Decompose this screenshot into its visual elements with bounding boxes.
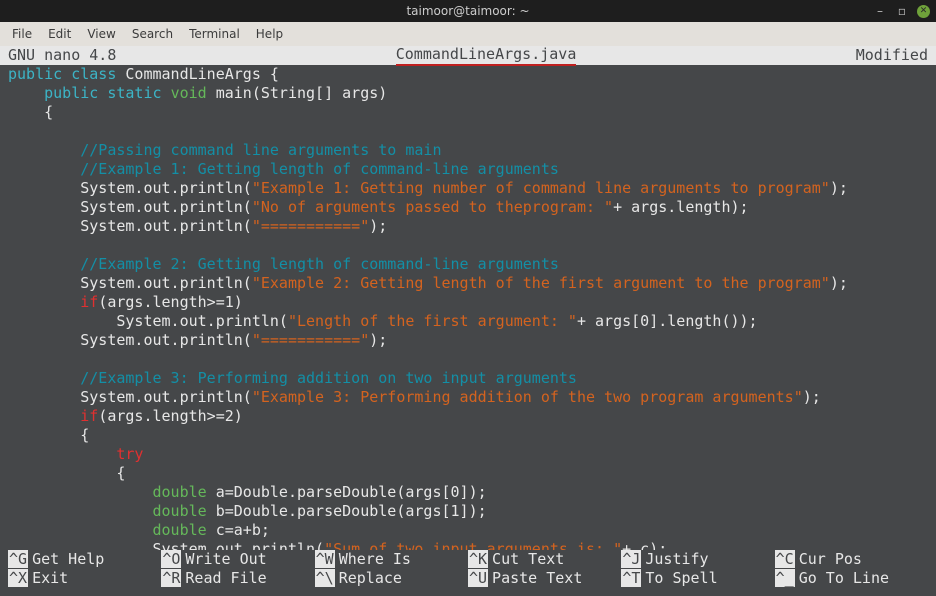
maximize-icon[interactable]: ▫	[895, 4, 909, 18]
key-cur-pos[interactable]: ^C	[775, 550, 795, 568]
menu-terminal[interactable]: Terminal	[181, 24, 248, 44]
menubar: File Edit View Search Terminal Help	[0, 22, 936, 46]
footer-row-2: ^XExit ^RRead File ^\Replace ^UPaste Tex…	[8, 569, 928, 588]
menu-search[interactable]: Search	[124, 24, 181, 44]
key-write-out[interactable]: ^O	[161, 550, 181, 568]
nano-modified: Modified	[856, 46, 936, 65]
nano-footer: ^GGet Help ^OWrite Out ^WWhere Is ^KCut …	[0, 550, 936, 588]
key-where-is[interactable]: ^W	[315, 550, 335, 568]
close-icon[interactable]: ✕	[917, 5, 930, 18]
key-exit[interactable]: ^X	[8, 569, 28, 587]
nano-filename: CommandLineArgs.java	[396, 45, 577, 66]
nano-version: GNU nano 4.8	[0, 46, 116, 65]
key-paste-text[interactable]: ^U	[468, 569, 488, 587]
footer-row-1: ^GGet Help ^OWrite Out ^WWhere Is ^KCut …	[8, 550, 928, 569]
menu-file[interactable]: File	[4, 24, 40, 44]
key-cut-text[interactable]: ^K	[468, 550, 488, 568]
menu-edit[interactable]: Edit	[40, 24, 79, 44]
menu-view[interactable]: View	[79, 24, 123, 44]
window-titlebar: taimoor@taimoor: ~ – ▫ ✕	[0, 0, 936, 22]
menu-help[interactable]: Help	[248, 24, 291, 44]
key-read-file[interactable]: ^R	[161, 569, 181, 587]
window-title: taimoor@taimoor: ~	[406, 4, 529, 18]
minimize-icon[interactable]: –	[873, 4, 887, 18]
key-go-to-line[interactable]: ^_	[775, 569, 795, 587]
key-replace[interactable]: ^\	[315, 569, 335, 587]
editor-area[interactable]: public class CommandLineArgs { public st…	[0, 65, 936, 553]
key-get-help[interactable]: ^G	[8, 550, 28, 568]
key-justify[interactable]: ^J	[621, 550, 641, 568]
nano-header: GNU nano 4.8 CommandLineArgs.java Modifi…	[0, 46, 936, 65]
key-to-spell[interactable]: ^T	[621, 569, 641, 587]
window-controls: – ▫ ✕	[873, 4, 930, 18]
